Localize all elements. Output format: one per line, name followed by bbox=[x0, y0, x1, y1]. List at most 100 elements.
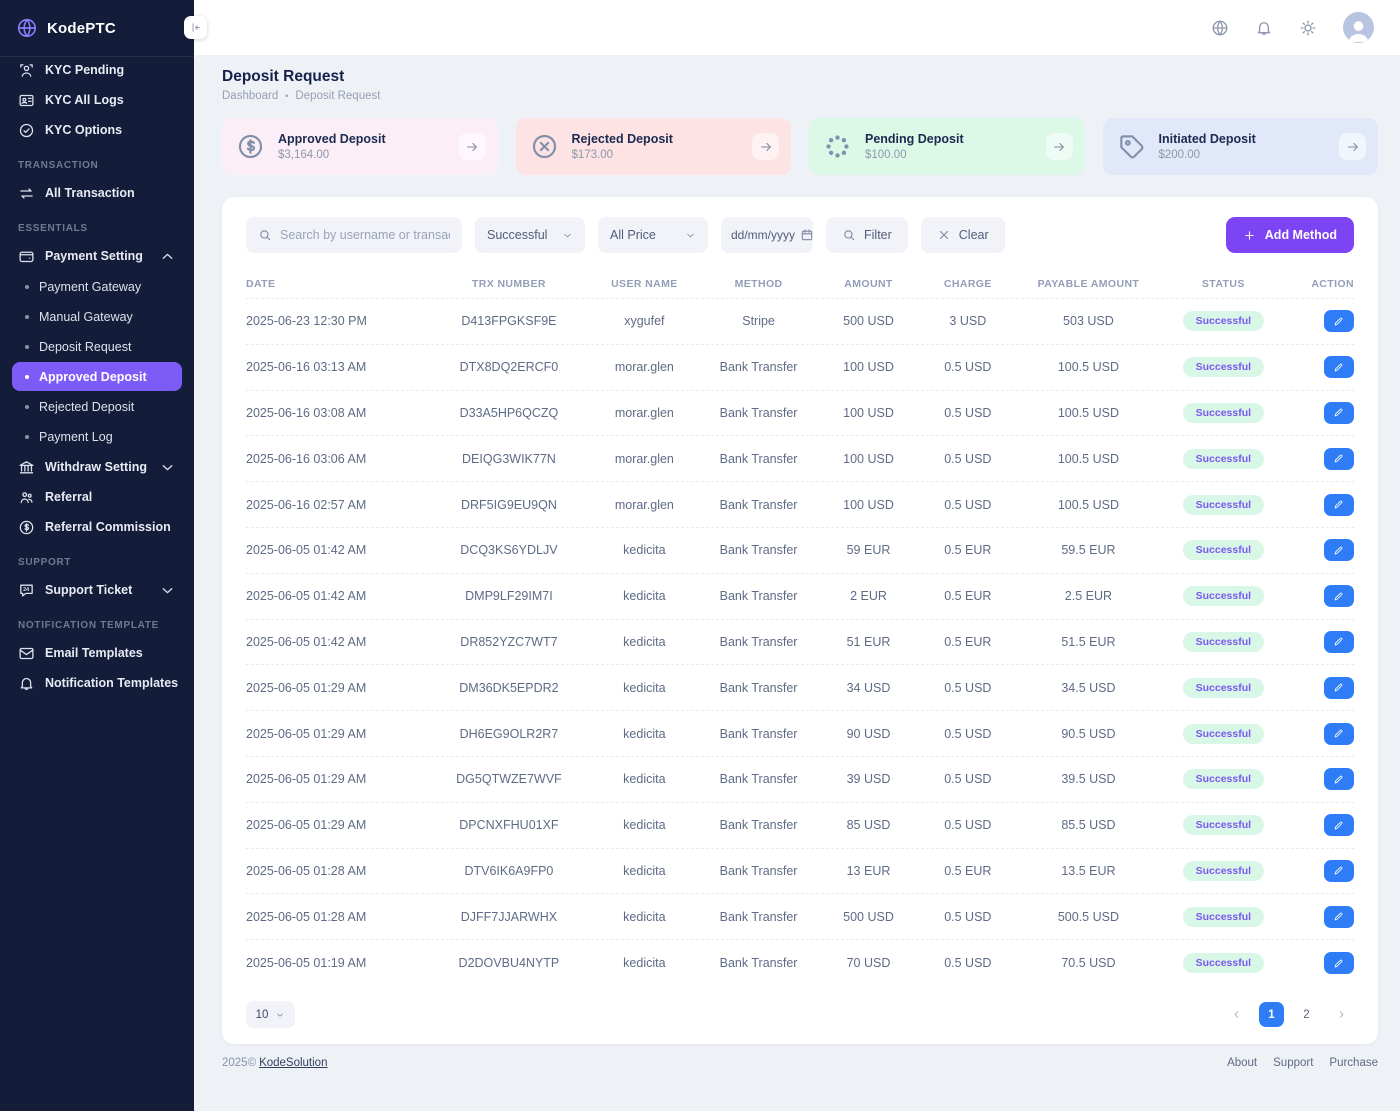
cell-status: Successful bbox=[1159, 357, 1289, 378]
sidebar-subitem-rejected-deposit[interactable]: Rejected Deposit bbox=[12, 392, 182, 421]
arrow-right-icon[interactable] bbox=[1045, 133, 1073, 160]
edit-button[interactable] bbox=[1323, 630, 1354, 653]
cell-payable-amount: 100.5 USD bbox=[1057, 360, 1119, 375]
sidebar-subitem-payment-gateway[interactable]: Payment Gateway bbox=[12, 272, 182, 301]
sidebar-subitem-manual-gateway[interactable]: Manual Gateway bbox=[12, 302, 182, 331]
table-row: 2025-06-05 01:19 AM D2DOVBU4NYTP kedicit… bbox=[246, 940, 1354, 986]
chevron-down-icon bbox=[159, 582, 176, 599]
clear-button[interactable]: Clear bbox=[920, 217, 1005, 253]
price-filter-value: All Price bbox=[610, 228, 656, 242]
date-filter-input[interactable]: dd/mm/yyyy bbox=[721, 217, 813, 253]
sidebar-subitem-payment-log[interactable]: Payment Log bbox=[12, 422, 182, 451]
cell-date: 2025-06-05 01:42 AM bbox=[246, 589, 367, 604]
edit-button[interactable] bbox=[1323, 722, 1354, 745]
pagination-page-1[interactable]: 1 bbox=[1259, 1002, 1284, 1028]
sidebar-item-all-transaction[interactable]: All Transaction bbox=[12, 178, 182, 208]
sidebar-item-support-ticket[interactable]: 24 Support Ticket bbox=[12, 575, 182, 605]
edit-button[interactable] bbox=[1323, 310, 1354, 333]
sidebar-item-email-templates[interactable]: Email Templates bbox=[12, 638, 182, 668]
edit-button[interactable] bbox=[1323, 814, 1354, 837]
footer-link-purchase[interactable]: Purchase bbox=[1329, 1057, 1378, 1069]
table-row: 2025-06-05 01:29 AM DM36DK5EPDR2 kedicit… bbox=[246, 665, 1354, 712]
user-scan-icon bbox=[18, 62, 35, 79]
breadcrumb-separator: • bbox=[285, 91, 289, 101]
cell-action bbox=[1288, 630, 1354, 653]
cell-method: Bank Transfer bbox=[719, 726, 798, 741]
mail-icon bbox=[18, 645, 35, 662]
edit-button[interactable] bbox=[1323, 859, 1354, 882]
sidebar-item-kyc-options[interactable]: KYC Options bbox=[12, 115, 182, 145]
edit-button[interactable] bbox=[1323, 493, 1354, 516]
sidebar-item-kyc-pending[interactable]: KYC Pending bbox=[12, 57, 182, 85]
cell-trx-number: DCQ3KS6YDLJV bbox=[460, 543, 558, 558]
edit-button[interactable] bbox=[1323, 447, 1354, 470]
cell-payable-amount: 90.5 USD bbox=[1061, 726, 1116, 741]
avatar[interactable] bbox=[1343, 12, 1374, 43]
arrow-right-icon[interactable] bbox=[1339, 133, 1366, 160]
cell-amount: 100 USD bbox=[843, 451, 894, 466]
cell-amount: 59 EUR bbox=[846, 543, 891, 558]
edit-button[interactable] bbox=[1323, 539, 1354, 562]
cell-trx-number: D33A5HP6QCZQ bbox=[459, 405, 559, 420]
price-filter-select[interactable]: All Price bbox=[598, 217, 708, 253]
edit-button[interactable] bbox=[1323, 676, 1354, 699]
deposit-table-panel: Successful All Price dd/mm/yyyy Filter bbox=[222, 197, 1378, 1044]
add-method-button[interactable]: Add Method bbox=[1225, 217, 1354, 253]
brand[interactable]: KodePTC bbox=[0, 0, 194, 57]
table-row: 2025-06-05 01:28 AM DTV6IK6A9FP0 kedicit… bbox=[246, 849, 1354, 895]
cell-date: 2025-06-05 01:29 AM bbox=[246, 726, 367, 741]
cell-amount: 90 USD bbox=[846, 726, 891, 741]
summary-cards: Approved Deposit $3,164.00 Rejected Depo… bbox=[222, 118, 1378, 175]
chevron-down-icon bbox=[275, 1010, 285, 1020]
edit-button[interactable] bbox=[1323, 768, 1354, 791]
cell-payable-amount: 51.5 EUR bbox=[1061, 634, 1116, 649]
table-header: DATE TRX NUMBER USER NAME METHOD AMOUNT CHARG… bbox=[246, 269, 1354, 299]
card-amount: $173.00 bbox=[571, 149, 614, 161]
summary-card-initiated-deposit: Initiated Deposit $200.00 bbox=[1102, 118, 1378, 175]
sidebar-collapse-button[interactable] bbox=[184, 16, 207, 39]
pagination-page-2[interactable]: 2 bbox=[1294, 1002, 1319, 1027]
sidebar-item-referral-commission[interactable]: Referral Commission bbox=[12, 512, 182, 542]
sidebar-subitem-deposit-request[interactable]: Deposit Request bbox=[12, 332, 182, 361]
arrow-right-icon[interactable] bbox=[458, 133, 486, 160]
breadcrumb-dashboard[interactable]: Dashboard bbox=[222, 90, 278, 102]
cell-charge: 0.5 USD bbox=[944, 360, 992, 375]
edit-button[interactable] bbox=[1323, 905, 1354, 928]
add-method-label: Add Method bbox=[1264, 228, 1337, 242]
footer-brand-link[interactable]: KodeSolution bbox=[259, 1057, 327, 1069]
cell-status: Successful bbox=[1159, 311, 1289, 332]
arrow-right-icon[interactable] bbox=[752, 133, 779, 160]
pagination-prev-button[interactable] bbox=[1224, 1002, 1249, 1027]
filter-button[interactable]: Filter bbox=[826, 217, 908, 253]
sidebar-item-kyc-all-logs[interactable]: KYC All Logs bbox=[12, 85, 182, 115]
sidebar-item-notification-templates[interactable]: Notification Templates bbox=[12, 668, 182, 698]
sidebar-subitem-approved-deposit[interactable]: Approved Deposit bbox=[12, 362, 182, 391]
cell-action bbox=[1288, 493, 1354, 516]
status-badge: Successful bbox=[1182, 953, 1265, 974]
globe-icon[interactable] bbox=[1211, 19, 1229, 37]
footer-link-support[interactable]: Support bbox=[1273, 1057, 1313, 1069]
edit-button[interactable] bbox=[1323, 952, 1354, 975]
sidebar-item-referral[interactable]: Referral bbox=[12, 482, 182, 512]
edit-button[interactable] bbox=[1323, 401, 1354, 424]
edit-button[interactable] bbox=[1323, 356, 1354, 379]
card-amount: $3,164.00 bbox=[278, 149, 330, 161]
cell-user-name: morar.glen bbox=[614, 405, 674, 420]
footer-link-about[interactable]: About bbox=[1227, 1057, 1257, 1069]
status-filter-select[interactable]: Successful bbox=[475, 217, 585, 253]
x-icon bbox=[937, 228, 951, 242]
cell-status: Successful bbox=[1159, 815, 1289, 836]
search-field[interactable] bbox=[246, 217, 462, 253]
edit-button[interactable] bbox=[1323, 585, 1354, 608]
sidebar-item-payment-setting[interactable]: Payment Setting bbox=[12, 241, 182, 271]
table-row: 2025-06-16 03:13 AM DTX8DQ2ERCF0 morar.g… bbox=[246, 345, 1354, 391]
bell-icon[interactable] bbox=[1255, 19, 1273, 37]
page-size-select[interactable]: 10 bbox=[246, 1001, 295, 1029]
sidebar-item-withdraw-setting[interactable]: Withdraw Setting bbox=[12, 452, 182, 482]
sun-icon[interactable] bbox=[1299, 19, 1317, 37]
cell-payable-amount: 34.5 USD bbox=[1061, 680, 1116, 695]
pagination-next-button[interactable] bbox=[1329, 1002, 1354, 1027]
search-input[interactable] bbox=[280, 228, 450, 242]
cell-method: Bank Transfer bbox=[719, 772, 798, 787]
chevron-down-icon bbox=[159, 459, 176, 476]
